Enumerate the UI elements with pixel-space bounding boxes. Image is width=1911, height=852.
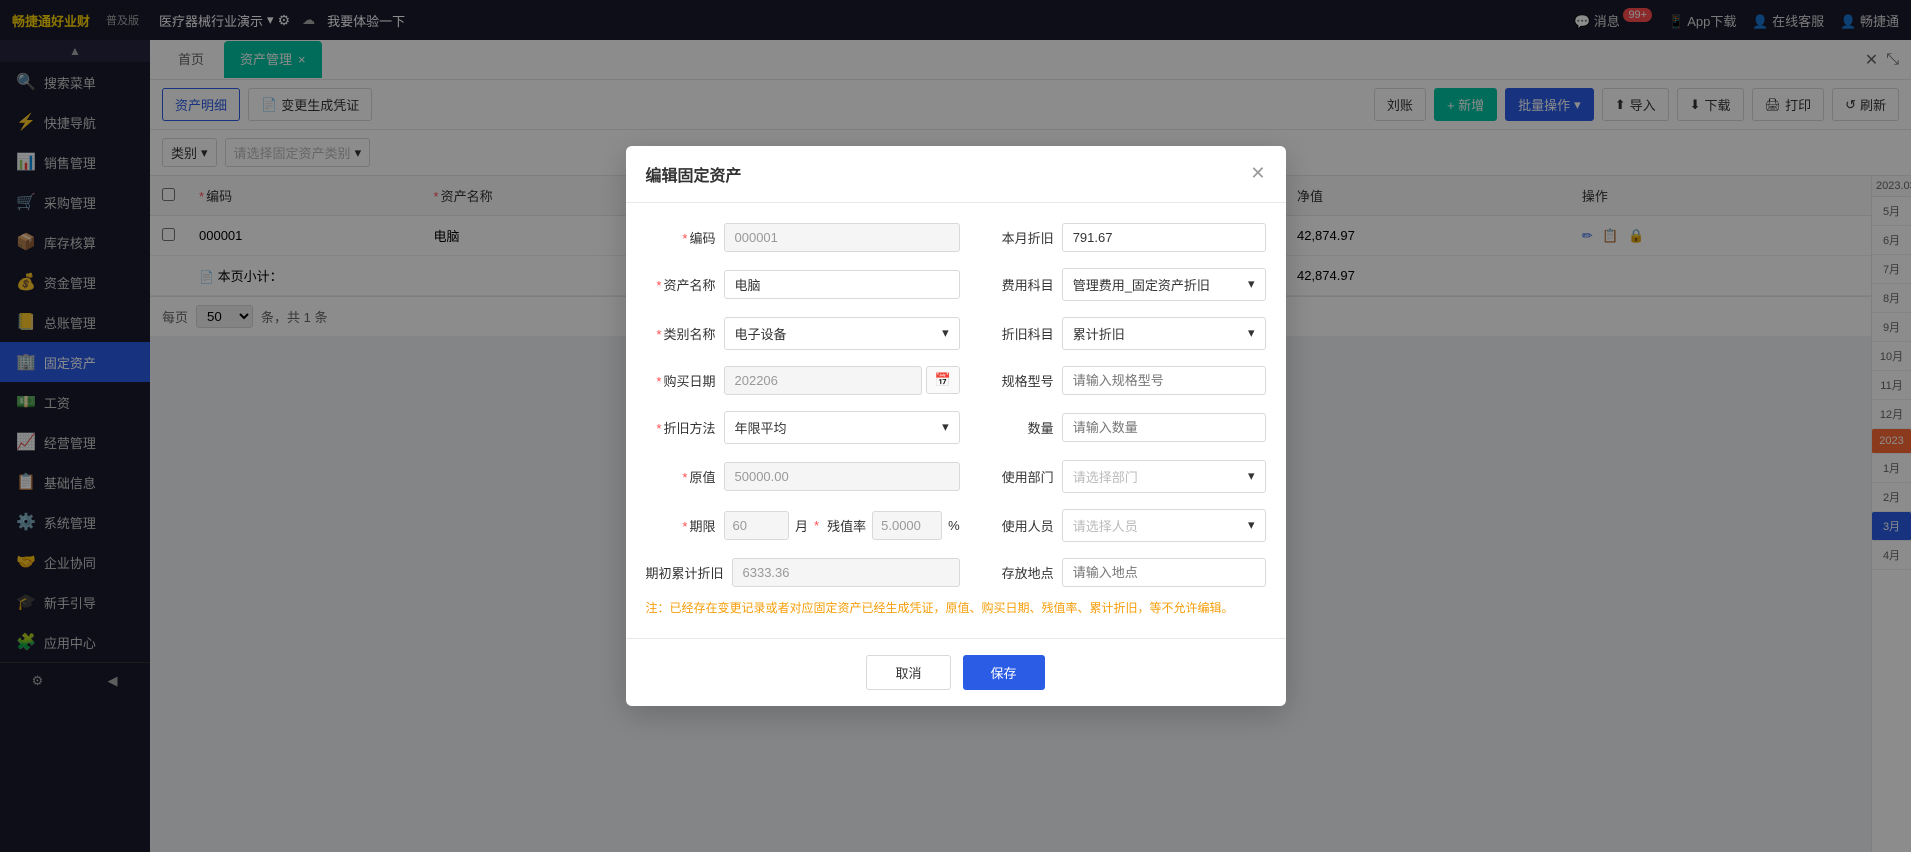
opening-dep-label: 期初累计折旧 <box>646 563 724 582</box>
chevron-down-icon: ▾ <box>1248 276 1255 292</box>
form-item-location: 存放地点 <box>984 558 1266 587</box>
cancel-btn[interactable]: 取消 <box>866 655 950 690</box>
purchase-date-label: *购买日期 <box>646 371 716 390</box>
modal-footer: 取消 保存 <box>626 638 1286 706</box>
form-item-expense-subject: 费用科目 管理费用_固定资产折旧 ▾ <box>984 268 1266 301</box>
chevron-down-icon: ▾ <box>1248 468 1255 484</box>
quantity-label: 数量 <box>984 418 1054 437</box>
period-label: *期限 <box>646 516 716 535</box>
expense-subject-label: 费用科目 <box>984 275 1054 294</box>
user-label: 使用人员 <box>984 516 1054 535</box>
edit-asset-modal: 编辑固定资产 ✕ *编码 本月折旧 <box>626 146 1286 706</box>
quantity-input[interactable] <box>1062 413 1266 442</box>
form-item-user: 使用人员 请选择人员 ▾ <box>984 509 1266 542</box>
chevron-down-icon: ▾ <box>1248 325 1255 341</box>
modal-header: 编辑固定资产 ✕ <box>626 146 1286 203</box>
form-item-code: *编码 <box>646 223 960 252</box>
dep-subject-label: 折旧科目 <box>984 324 1054 343</box>
calendar-icon[interactable]: 📅 <box>926 366 960 394</box>
form-item-quantity: 数量 <box>984 411 1266 444</box>
form-item-asset-name: *资产名称 <box>646 268 960 301</box>
form-item-category: *类别名称 电子设备 ▾ <box>646 317 960 350</box>
expense-subject-select[interactable]: 管理费用_固定资产折旧 ▾ <box>1062 268 1266 301</box>
location-input[interactable] <box>1062 558 1266 587</box>
category-select[interactable]: 电子设备 ▾ <box>724 317 960 350</box>
save-btn[interactable]: 保存 <box>963 655 1045 690</box>
form-item-original-value: *原值 <box>646 460 960 493</box>
dep-subject-select[interactable]: 累计折旧 ▾ <box>1062 317 1266 350</box>
asset-name-label: *资产名称 <box>646 275 716 294</box>
user-select[interactable]: 请选择人员 ▾ <box>1062 509 1266 542</box>
code-label: *编码 <box>646 228 716 247</box>
opening-dep-input[interactable] <box>732 558 960 587</box>
form-item-dep-subject: 折旧科目 累计折旧 ▾ <box>984 317 1266 350</box>
modal-note: 注：已经存在变更记录或者对应固定资产已经生成凭证，原值、购买日期、残值率、累计折… <box>646 599 1266 618</box>
chevron-down-icon: ▾ <box>942 325 949 341</box>
modal-body: *编码 本月折旧 *资产名称 费用科目 <box>626 203 1286 638</box>
category-name-label: *类别名称 <box>646 324 716 343</box>
purchase-date-input[interactable] <box>724 366 922 395</box>
form-grid: *编码 本月折旧 *资产名称 费用科目 <box>646 223 1266 587</box>
modal-title: 编辑固定资产 <box>646 162 742 186</box>
chevron-down-icon: ▾ <box>1248 517 1255 533</box>
form-item-purchase-date: *购买日期 📅 <box>646 366 960 395</box>
original-value-input[interactable] <box>724 462 960 491</box>
modal-overlay: 编辑固定资产 ✕ *编码 本月折旧 <box>0 0 1911 852</box>
residual-rate-input[interactable] <box>872 511 942 540</box>
spec-label: 规格型号 <box>984 371 1054 390</box>
modal-close-btn[interactable]: ✕ <box>1250 163 1265 184</box>
form-item-dept: 使用部门 请选择部门 ▾ <box>984 460 1266 493</box>
form-item-spec: 规格型号 <box>984 366 1266 395</box>
chevron-down-icon: ▾ <box>942 419 949 435</box>
form-item-period: *期限 月 * 残值率 % <box>646 509 960 542</box>
location-label: 存放地点 <box>984 563 1054 582</box>
dep-method-select[interactable]: 年限平均 ▾ <box>724 411 960 444</box>
monthly-dep-label: 本月折旧 <box>984 228 1054 247</box>
form-item-monthly-dep: 本月折旧 <box>984 223 1266 252</box>
form-item-opening-dep: 期初累计折旧 <box>646 558 960 587</box>
form-item-dep-method: *折旧方法 年限平均 ▾ <box>646 411 960 444</box>
period-group: 月 * 残值率 % <box>724 511 960 540</box>
code-input[interactable] <box>724 223 960 252</box>
original-value-label: *原值 <box>646 467 716 486</box>
spec-input[interactable] <box>1062 366 1266 395</box>
asset-name-input[interactable] <box>724 270 960 299</box>
dept-label: 使用部门 <box>984 467 1054 486</box>
dep-method-label: *折旧方法 <box>646 418 716 437</box>
dept-select[interactable]: 请选择部门 ▾ <box>1062 460 1266 493</box>
monthly-dep-input[interactable] <box>1062 223 1266 252</box>
period-input[interactable] <box>724 511 790 540</box>
